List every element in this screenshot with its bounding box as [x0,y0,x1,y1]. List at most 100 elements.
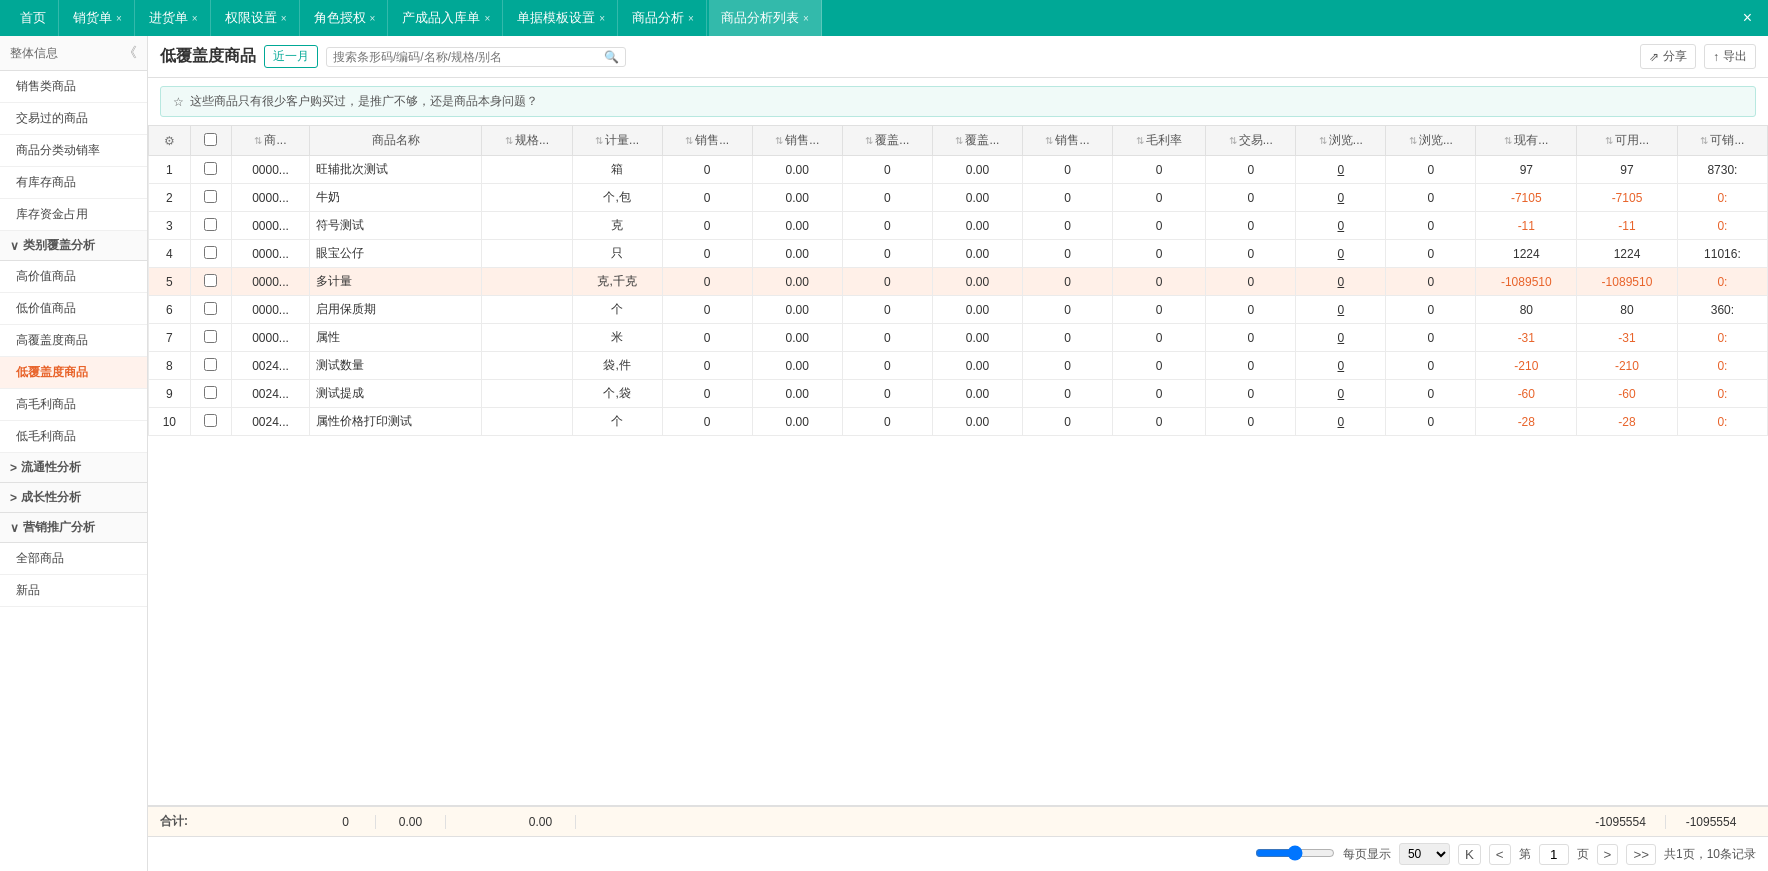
page-size-select[interactable]: 50 100 200 [1399,843,1450,865]
page-number-input[interactable] [1539,844,1569,865]
row-browse1[interactable]: 0 [1296,324,1386,352]
close-icon[interactable]: × [803,13,809,24]
row-cover2: 0.00 [932,408,1022,436]
nav-tab-purchase[interactable]: 进货单 × [137,0,211,36]
row-browse1[interactable]: 0 [1296,212,1386,240]
row-sales3: 0 [1022,184,1112,212]
row-checkbox[interactable] [190,408,231,436]
row-sales3: 0 [1022,296,1112,324]
sidebar-item-high-coverage[interactable]: 高覆盖度商品 [0,325,147,357]
sidebar-item-sales-goods[interactable]: 销售类商品 [0,71,147,103]
sidebar-item-new-goods[interactable]: 新品 [0,575,147,607]
settings-icon[interactable]: ⚙ [164,134,175,148]
nav-tab-home[interactable]: 首页 [8,0,59,36]
prev-page-button[interactable]: < [1489,844,1511,865]
th-stock-available: ⇅可用... [1577,126,1678,156]
row-unit: 个 [572,408,662,436]
row-checkbox[interactable] [190,268,231,296]
close-icon[interactable]: × [192,13,198,24]
sidebar-item-category-sales-rate[interactable]: 商品分类动销率 [0,135,147,167]
next-page-button[interactable]: > [1597,844,1619,865]
close-icon[interactable]: × [599,13,605,24]
row-browse1[interactable]: 0 [1296,156,1386,184]
nav-tab-templates[interactable]: 单据模板设置 × [505,0,618,36]
row-unit: 个,袋 [572,380,662,408]
table-container[interactable]: ⚙ ⇅商... 商品名称 ⇅规格... ⇅计量... ⇅销售... ⇅销售...… [148,125,1768,805]
sidebar-group-growth[interactable]: > 成长性分析 [0,483,147,513]
search-box: 🔍 [326,47,626,67]
time-filter-button[interactable]: 近一月 [264,45,318,68]
window-close-button[interactable]: × [1735,9,1760,27]
sidebar-group-circulation[interactable]: > 流通性分析 [0,453,147,483]
last-page-button[interactable]: >> [1626,844,1656,865]
sidebar-item-all-goods[interactable]: 全部商品 [0,543,147,575]
horizontal-scrollbar[interactable] [1255,845,1335,861]
row-no: 6 [149,296,191,324]
sidebar-item-low-coverage[interactable]: 低覆盖度商品 [0,357,147,389]
row-browse1[interactable]: 0 [1296,184,1386,212]
row-checkbox[interactable] [190,324,231,352]
row-checkbox[interactable] [190,296,231,324]
sidebar-header: 整体信息 《 [0,36,147,71]
close-icon[interactable]: × [281,13,287,24]
nav-tab-roles[interactable]: 角色授权 × [302,0,389,36]
row-browse1[interactable]: 0 [1296,268,1386,296]
row-sales-amt: 0.00 [752,212,842,240]
nav-tab-analysis[interactable]: 商品分析 × [620,0,707,36]
row-browse1[interactable]: 0 [1296,380,1386,408]
sidebar-collapse-button[interactable]: 《 [123,44,137,62]
sidebar-item-traded-goods[interactable]: 交易过的商品 [0,103,147,135]
row-name: 旺辅批次测试 [310,156,482,184]
row-browse1[interactable]: 0 [1296,296,1386,324]
th-settings[interactable]: ⚙ [149,126,191,156]
row-spec [482,184,572,212]
row-cover2: 0.00 [932,268,1022,296]
sidebar-item-high-margin[interactable]: 高毛利商品 [0,389,147,421]
row-checkbox[interactable] [190,352,231,380]
row-browse1[interactable]: 0 [1296,352,1386,380]
sidebar-item-low-margin[interactable]: 低毛利商品 [0,421,147,453]
th-trade: ⇅交易... [1206,126,1296,156]
sidebar-group-coverage[interactable]: ∨ 类别覆盖分析 [0,231,147,261]
select-all-checkbox[interactable] [204,133,217,146]
row-stock-saleable: 11016: [1677,240,1767,268]
sidebar-group-marketing[interactable]: ∨ 营销推广分析 [0,513,147,543]
nav-tab-permissions[interactable]: 权限设置 × [213,0,300,36]
row-sales-qty: 0 [662,240,752,268]
close-icon[interactable]: × [688,13,694,24]
nav-tab-analysis-list[interactable]: 商品分析列表 × [709,0,822,36]
row-browse1[interactable]: 0 [1296,240,1386,268]
header-actions: ⇗ 分享 ↑ 导出 [1640,44,1756,69]
sidebar-item-stock-goods[interactable]: 有库存商品 [0,167,147,199]
row-checkbox[interactable] [190,380,231,408]
sidebar-item-inventory-funds[interactable]: 库存资金占用 [0,199,147,231]
close-icon[interactable]: × [116,13,122,24]
row-cover2: 0.00 [932,184,1022,212]
close-icon[interactable]: × [484,13,490,24]
th-browse1: ⇅浏览... [1296,126,1386,156]
nav-tab-sales[interactable]: 销货单 × [61,0,135,36]
row-stock-available: -28 [1577,408,1678,436]
page-title: 低覆盖度商品 [160,46,256,67]
sidebar-item-low-value[interactable]: 低价值商品 [0,293,147,325]
share-button[interactable]: ⇗ 分享 [1640,44,1696,69]
table-row: 7 0000... 属性 米 0 0.00 0 0.00 0 0 0 0 0 -… [149,324,1768,352]
close-icon[interactable]: × [370,13,376,24]
row-browse1[interactable]: 0 [1296,408,1386,436]
row-stock-saleable: 0: [1677,268,1767,296]
row-checkbox[interactable] [190,156,231,184]
row-checkbox[interactable] [190,212,231,240]
nav-tab-products[interactable]: 产成品入库单 × [390,0,503,36]
row-stock-current: -210 [1476,352,1577,380]
row-checkbox[interactable] [190,240,231,268]
row-no: 4 [149,240,191,268]
sidebar-item-high-value[interactable]: 高价值商品 [0,261,147,293]
row-stock-available: 97 [1577,156,1678,184]
first-page-button[interactable]: K [1458,844,1481,865]
row-no: 9 [149,380,191,408]
row-checkbox[interactable] [190,184,231,212]
th-gross-margin: ⇅毛利率 [1113,126,1206,156]
search-input[interactable] [333,50,600,64]
export-button[interactable]: ↑ 导出 [1704,44,1756,69]
row-gross-margin: 0 [1113,184,1206,212]
